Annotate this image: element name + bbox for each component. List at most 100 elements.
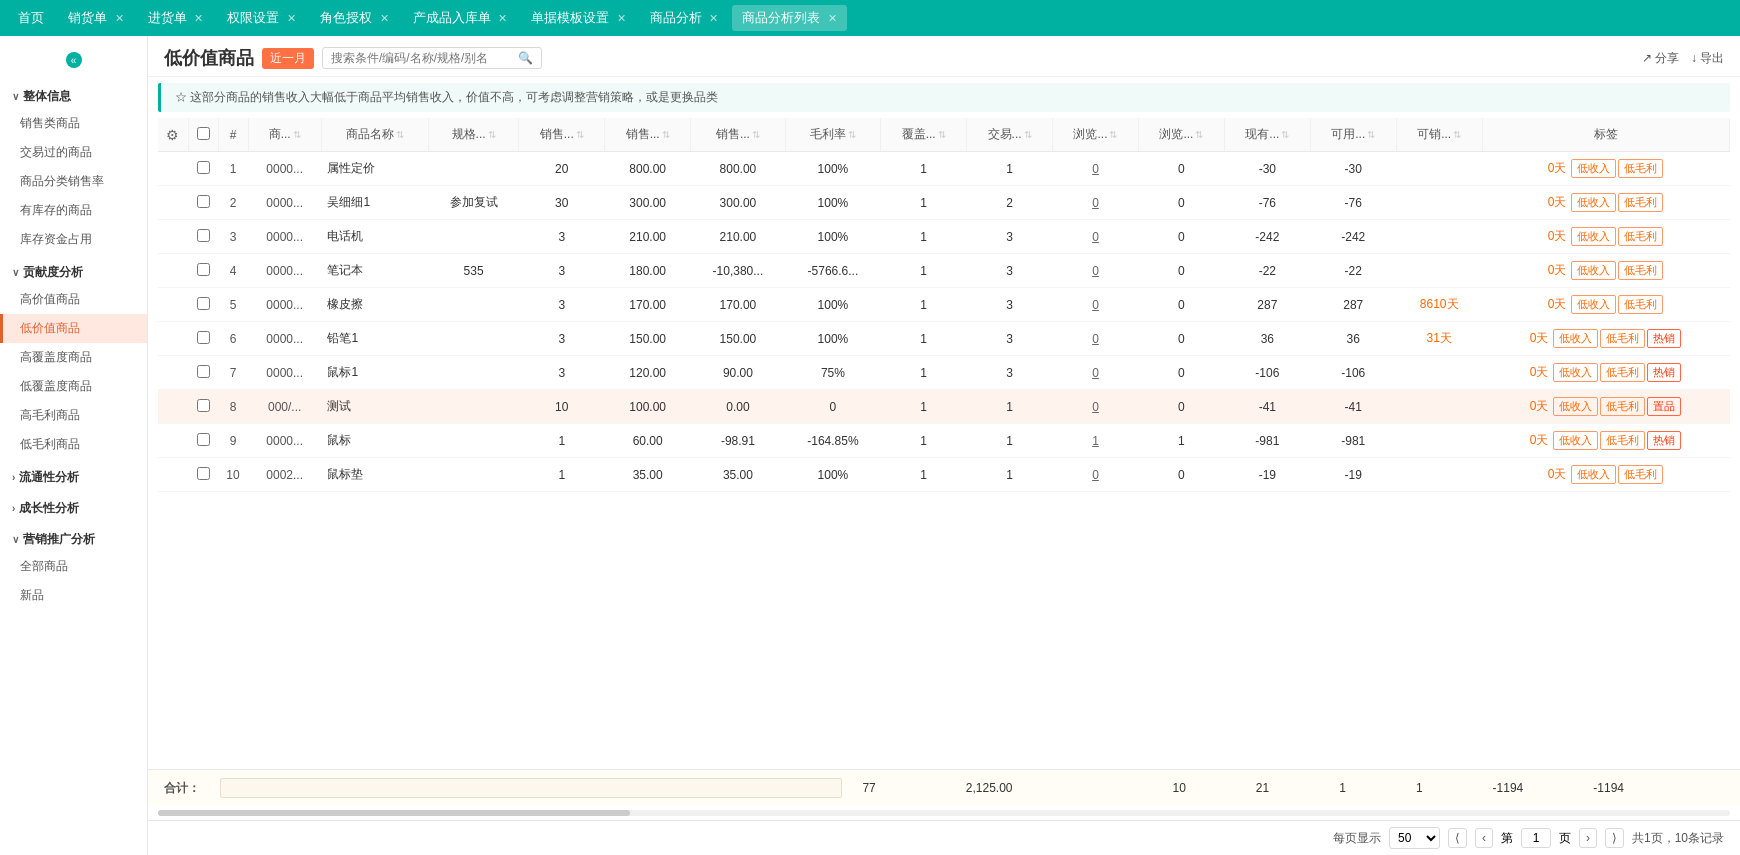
row-checkbox[interactable] (197, 229, 210, 242)
sidebar-item-new-products[interactable]: 新品 (0, 581, 147, 610)
row-trade: 3 (967, 254, 1053, 288)
sidebar-group-growth[interactable]: › 成长性分析 (0, 490, 147, 521)
nav-home[interactable]: 首页 (8, 5, 54, 31)
sidebar-collapse-btn[interactable]: « (66, 52, 82, 68)
search-icon[interactable]: 🔍 (518, 51, 533, 65)
browse1-link[interactable]: 0 (1092, 264, 1099, 278)
first-page-btn[interactable]: ⟨ (1448, 828, 1467, 848)
select-all-checkbox[interactable] (197, 127, 210, 140)
checkbox-cell[interactable] (188, 288, 218, 322)
row-browse1[interactable]: 0 (1053, 186, 1139, 220)
browse1-link[interactable]: 0 (1092, 366, 1099, 380)
checkbox-cell[interactable] (188, 356, 218, 390)
sidebar-item-traded-products[interactable]: 交易过的商品 (0, 138, 147, 167)
sidebar-item-low-value[interactable]: 低价值商品 (0, 314, 147, 343)
row-checkbox[interactable] (197, 161, 210, 174)
page-number-input[interactable] (1521, 828, 1551, 848)
row-browse1[interactable]: 0 (1053, 458, 1139, 492)
row-browse1[interactable]: 0 (1053, 254, 1139, 288)
th-available[interactable]: 可用...⇅ (1310, 118, 1396, 152)
sidebar-item-sales-products[interactable]: 销售类商品 (0, 109, 147, 138)
row-name: 电话机 (321, 220, 428, 254)
sidebar-item-low-gross[interactable]: 低毛利商品 (0, 430, 147, 459)
nav-template-settings[interactable]: 单据模板设置 ✕ (521, 5, 636, 31)
row-browse1[interactable]: 0 (1053, 322, 1139, 356)
nav-product-analysis[interactable]: 商品分析 ✕ (640, 5, 729, 31)
row-checkbox[interactable] (197, 467, 210, 480)
browse1-link[interactable]: 0 (1092, 400, 1099, 414)
scrollbar-track[interactable] (148, 806, 1740, 820)
prev-page-btn[interactable]: ‹ (1475, 828, 1493, 848)
per-page-select[interactable]: 50 100 (1389, 827, 1440, 849)
last-page-btn[interactable]: ⟩ (1605, 828, 1624, 848)
sidebar-item-with-stock[interactable]: 有库存的商品 (0, 196, 147, 225)
sidebar-item-category-sales-rate[interactable]: 商品分类销售率 (0, 167, 147, 196)
th-name[interactable]: 商品名称⇅ (321, 118, 428, 152)
th-sales-val[interactable]: 销售...⇅ (691, 118, 786, 152)
checkbox-cell[interactable] (188, 152, 218, 186)
nav-product-inbound[interactable]: 产成品入库单 ✕ (403, 5, 518, 31)
browse1-link[interactable]: 0 (1092, 332, 1099, 346)
main-layout: « ∨ 整体信息 销售类商品 交易过的商品 商品分类销售率 有库存的商品 库存资… (0, 36, 1740, 855)
row-checkbox[interactable] (197, 399, 210, 412)
row-stock: -30 (1224, 152, 1310, 186)
row-checkbox[interactable] (197, 263, 210, 276)
browse1-link[interactable]: 0 (1092, 298, 1099, 312)
th-gross-rate[interactable]: 毛利率⇅ (785, 118, 881, 152)
time-filter-btn[interactable]: 近一月 (262, 48, 314, 69)
sidebar-item-high-gross[interactable]: 高毛利商品 (0, 401, 147, 430)
th-coverage[interactable]: 覆盖...⇅ (881, 118, 967, 152)
nav-permissions[interactable]: 权限设置 ✕ (217, 5, 306, 31)
row-checkbox[interactable] (197, 331, 210, 344)
checkbox-cell[interactable] (188, 458, 218, 492)
browse1-link[interactable]: 0 (1092, 162, 1099, 176)
th-spec[interactable]: 规格...⇅ (428, 118, 518, 152)
row-browse1[interactable]: 0 (1053, 152, 1139, 186)
row-checkbox[interactable] (197, 195, 210, 208)
row-checkbox[interactable] (197, 433, 210, 446)
browse1-link[interactable]: 0 (1092, 196, 1099, 210)
data-table: ⚙ # 商...⇅ 商品名称⇅ 规格...⇅ 销售...⇅ 销售...⇅ 销售.… (158, 118, 1730, 492)
th-sales-qty[interactable]: 销售...⇅ (519, 118, 605, 152)
checkbox-cell[interactable] (188, 390, 218, 424)
nav-role-auth[interactable]: 角色授权 ✕ (310, 5, 399, 31)
th-code[interactable]: 商...⇅ (248, 118, 321, 152)
sidebar-item-high-coverage[interactable]: 高覆盖度商品 (0, 343, 147, 372)
checkbox-cell[interactable] (188, 322, 218, 356)
sidebar-item-all-products[interactable]: 全部商品 (0, 552, 147, 581)
row-browse1[interactable]: 0 (1053, 288, 1139, 322)
th-browse1[interactable]: 浏览...⇅ (1053, 118, 1139, 152)
sidebar-item-low-coverage[interactable]: 低覆盖度商品 (0, 372, 147, 401)
th-browse2[interactable]: 浏览...⇅ (1138, 118, 1224, 152)
search-input[interactable] (331, 51, 514, 65)
row-browse1[interactable]: 1 (1053, 424, 1139, 458)
th-sales-amount[interactable]: 销售...⇅ (605, 118, 691, 152)
th-sellable[interactable]: 可销...⇅ (1396, 118, 1482, 152)
checkbox-cell[interactable] (188, 424, 218, 458)
nav-purchase-order[interactable]: 进货单 ✕ (138, 5, 214, 31)
checkbox-cell[interactable] (188, 186, 218, 220)
row-checkbox[interactable] (197, 365, 210, 378)
checkbox-cell[interactable] (188, 254, 218, 288)
export-btn[interactable]: ↓ 导出 (1691, 50, 1724, 67)
sidebar-item-stock-capital[interactable]: 库存资金占用 (0, 225, 147, 254)
sidebar-item-high-value[interactable]: 高价值商品 (0, 285, 147, 314)
row-browse1[interactable]: 0 (1053, 356, 1139, 390)
checkbox-cell[interactable] (188, 220, 218, 254)
row-checkbox[interactable] (197, 297, 210, 310)
th-trade[interactable]: 交易...⇅ (967, 118, 1053, 152)
browse1-link[interactable]: 0 (1092, 230, 1099, 244)
browse1-link[interactable]: 0 (1092, 468, 1099, 482)
share-btn[interactable]: ↗ 分享 (1642, 50, 1679, 67)
nav-product-analysis-list[interactable]: 商品分析列表 ✕ (732, 5, 847, 31)
sidebar-group-liquidity[interactable]: › 流通性分析 (0, 459, 147, 490)
th-checkbox[interactable] (188, 118, 218, 152)
th-stock[interactable]: 现有...⇅ (1224, 118, 1310, 152)
nav-sales-order[interactable]: 销货单 ✕ (58, 5, 134, 31)
th-settings[interactable]: ⚙ (158, 118, 188, 152)
row-browse1[interactable]: 0 (1053, 390, 1139, 424)
browse1-link[interactable]: 1 (1092, 434, 1099, 448)
next-page-btn[interactable]: › (1579, 828, 1597, 848)
row-browse1[interactable]: 0 (1053, 220, 1139, 254)
settings-icon[interactable]: ⚙ (166, 127, 179, 143)
